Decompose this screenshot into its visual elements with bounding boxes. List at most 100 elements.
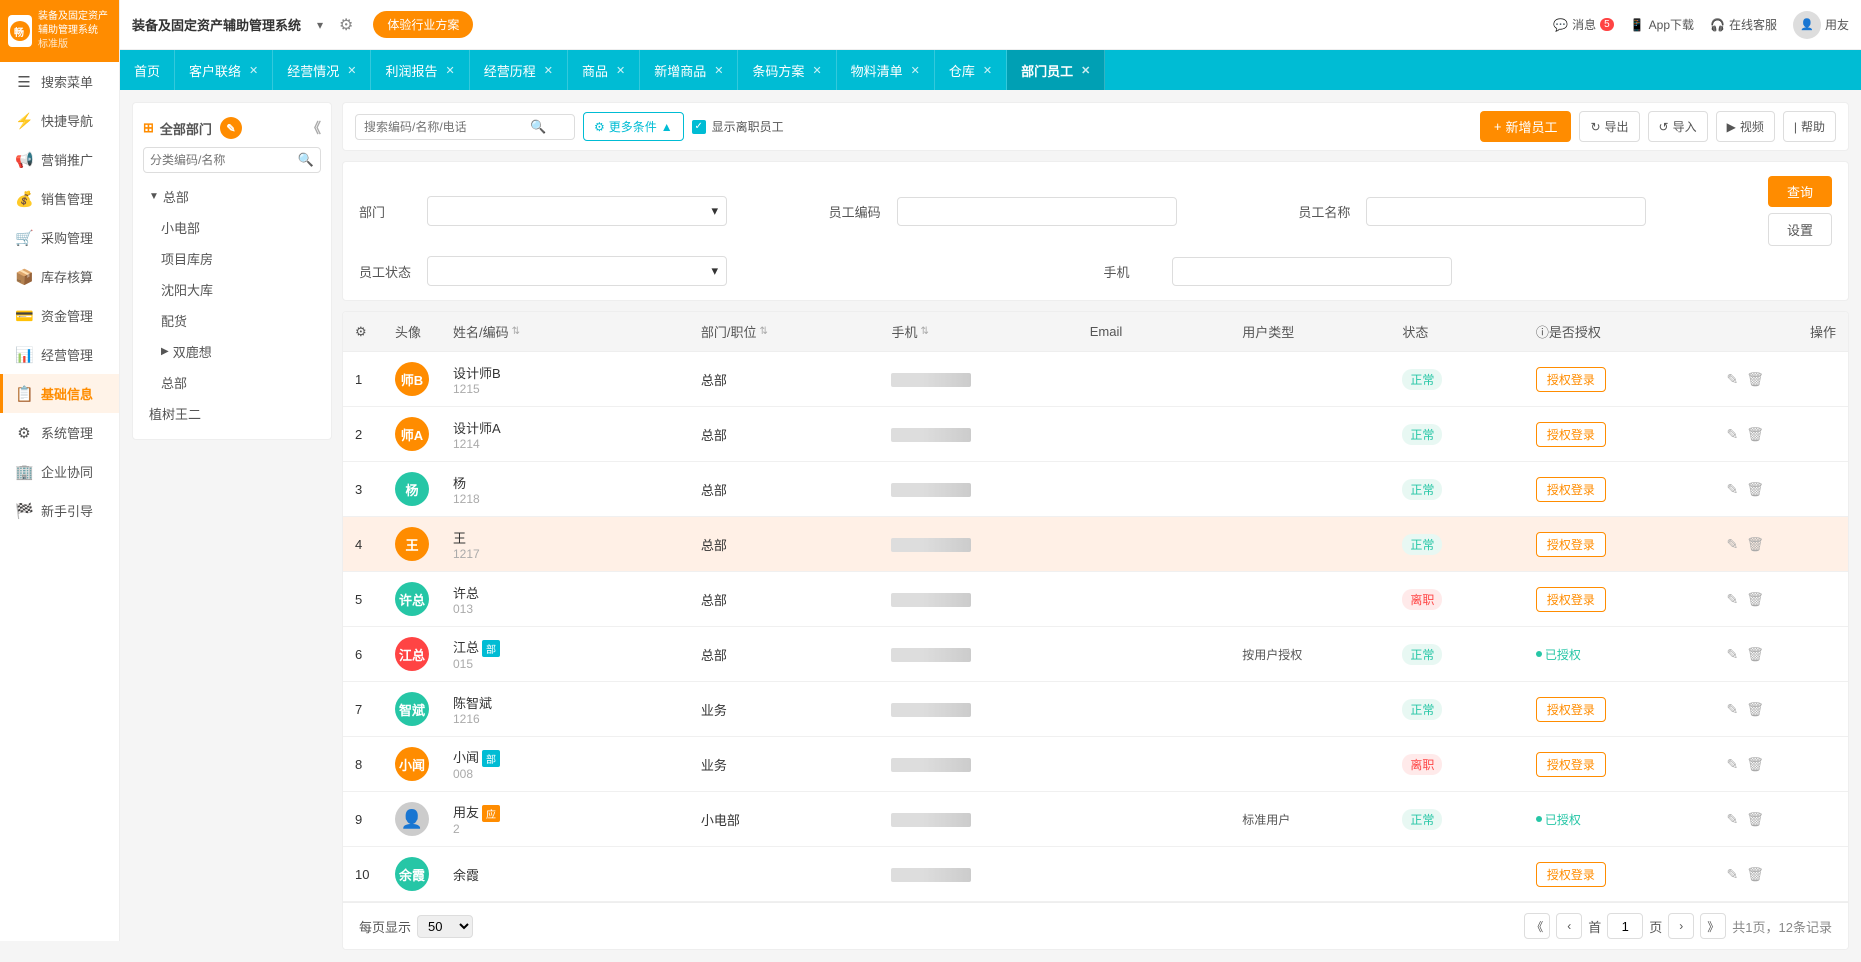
trial-button[interactable]: 体验行业方案 xyxy=(373,11,473,38)
search-button[interactable]: 查询 xyxy=(1768,176,1832,207)
auth-button[interactable]: 授权登录 xyxy=(1536,422,1606,447)
sidebar-item-system[interactable]: ⚙ 系统管理 xyxy=(0,413,119,452)
edit-icon[interactable]: ✎ xyxy=(1727,701,1739,718)
delete-icon[interactable]: 🗑 xyxy=(1746,701,1764,718)
help-button[interactable]: | 帮助 xyxy=(1783,111,1836,142)
auth-button[interactable]: 授权登录 xyxy=(1536,862,1606,887)
topbar-dropdown-icon[interactable]: ▾ xyxy=(317,18,323,32)
empstatus-select[interactable]: ▾ xyxy=(427,256,727,286)
tab-bom[interactable]: 物料清单 ✕ xyxy=(837,50,935,90)
edit-icon[interactable]: ✎ xyxy=(1727,426,1739,443)
show-resigned-toggle[interactable]: ✓ 显示离职员工 xyxy=(692,118,784,135)
edit-icon[interactable]: ✎ xyxy=(1727,811,1739,828)
export-button[interactable]: ↻ 导出 xyxy=(1579,111,1639,142)
th-name[interactable]: 姓名/编码 ⇅ xyxy=(441,312,689,352)
delete-icon[interactable]: 🗑 xyxy=(1746,811,1764,828)
tab-close-icon[interactable]: ✕ xyxy=(812,64,821,77)
tab-goods[interactable]: 商品 ✕ xyxy=(568,50,640,90)
tab-close-icon[interactable]: ✕ xyxy=(714,64,723,77)
edit-icon[interactable]: ✎ xyxy=(1727,536,1739,553)
sidebar-item-enterprise[interactable]: 🏢 企业协同 xyxy=(0,452,119,491)
support-btn[interactable]: 🎧 在线客服 xyxy=(1710,16,1777,33)
add-employee-button[interactable]: + 新增员工 xyxy=(1480,111,1572,142)
import-button[interactable]: ↺ 导入 xyxy=(1648,111,1708,142)
set-button[interactable]: 设置 xyxy=(1768,213,1832,246)
tab-staff[interactable]: 部门员工 ✕ xyxy=(1007,50,1105,90)
page-number-input[interactable] xyxy=(1607,913,1643,939)
sidebar-item-marketing[interactable]: 📢 营销推广 xyxy=(0,140,119,179)
tab-warehouse[interactable]: 仓库 ✕ xyxy=(935,50,1007,90)
auth-button[interactable]: 授权登录 xyxy=(1536,587,1606,612)
message-btn[interactable]: 💬 消息 5 xyxy=(1553,16,1614,33)
auth-button[interactable]: 授权登录 xyxy=(1536,532,1606,557)
tab-barcode[interactable]: 条码方案 ✕ xyxy=(738,50,836,90)
dept-tree-item-shenyang[interactable]: 沈阳大库 xyxy=(133,274,331,305)
edit-icon[interactable]: ✎ xyxy=(1727,591,1739,608)
settings-icon[interactable]: ⚙ xyxy=(339,15,353,35)
tab-add-goods[interactable]: 新增商品 ✕ xyxy=(640,50,738,90)
next-page-button[interactable]: › xyxy=(1668,913,1694,939)
dept-search-input[interactable] xyxy=(150,153,294,167)
dept-tree-item-shuanglu[interactable]: ▶ 双鹿想 xyxy=(133,336,331,367)
tab-operation-status[interactable]: 经营情况 ✕ xyxy=(273,50,371,90)
th-phone[interactable]: 手机 ⇅ xyxy=(879,312,1077,352)
tab-history[interactable]: 经营历程 ✕ xyxy=(470,50,568,90)
dept-collapse-button[interactable]: 《 xyxy=(307,118,321,138)
auth-button[interactable]: 授权登录 xyxy=(1536,367,1606,392)
app-download-btn[interactable]: 📱 App下载 xyxy=(1630,16,1694,33)
user-menu[interactable]: 👤 用友 xyxy=(1793,11,1849,39)
auth-button[interactable]: 授权登录 xyxy=(1536,697,1606,722)
sidebar-item-shortcut[interactable]: ⚡ 快捷导航 xyxy=(0,101,119,140)
more-filter-button[interactable]: ⚙ 更多条件 ▲ xyxy=(583,112,684,141)
dept-tree-item-zhishu[interactable]: 植树王二 xyxy=(133,398,331,429)
edit-icon[interactable]: ✎ xyxy=(1727,646,1739,663)
dept-tree-item-zongbu[interactable]: 总部 xyxy=(133,367,331,398)
edit-icon[interactable]: ✎ xyxy=(1727,866,1739,883)
dept-edit-button[interactable]: ✎ xyxy=(220,117,242,139)
delete-icon[interactable]: 🗑 xyxy=(1746,646,1764,663)
sidebar-item-basic[interactable]: 📋 基础信息 xyxy=(0,374,119,413)
sidebar-item-sales[interactable]: 💰 销售管理 xyxy=(0,179,119,218)
tab-close-icon[interactable]: ✕ xyxy=(983,64,992,77)
auth-button[interactable]: 授权登录 xyxy=(1536,752,1606,777)
sidebar-item-inventory[interactable]: 📦 库存核算 xyxy=(0,257,119,296)
table-settings-icon[interactable]: ⚙ xyxy=(355,324,367,339)
first-page-button[interactable]: 《 xyxy=(1524,913,1550,939)
tab-close-icon[interactable]: ✕ xyxy=(249,64,258,77)
auth-button[interactable]: 授权登录 xyxy=(1536,477,1606,502)
delete-icon[interactable]: 🗑 xyxy=(1746,591,1764,608)
dept-tree-item-xiaodibu[interactable]: 小电部 xyxy=(133,212,331,243)
last-page-button[interactable]: 》 xyxy=(1700,913,1726,939)
delete-icon[interactable]: 🗑 xyxy=(1746,536,1764,553)
dept-tree-item-project[interactable]: 项目库房 xyxy=(133,243,331,274)
tab-close-icon[interactable]: ✕ xyxy=(446,64,455,77)
tab-profit[interactable]: 利润报告 ✕ xyxy=(371,50,469,90)
dept-tree-item-root[interactable]: ▼ 总部 xyxy=(133,181,331,212)
empname-input[interactable] xyxy=(1366,197,1646,226)
tab-close-icon[interactable]: ✕ xyxy=(544,64,553,77)
th-dept[interactable]: 部门/职位 ⇅ xyxy=(689,312,880,352)
delete-icon[interactable]: 🗑 xyxy=(1746,371,1764,388)
sidebar-item-purchase[interactable]: 🛒 采购管理 xyxy=(0,218,119,257)
tab-close-icon[interactable]: ✕ xyxy=(1081,64,1090,77)
tab-home[interactable]: 首页 xyxy=(120,50,175,90)
dept-tree-item-peihuo[interactable]: 配货 xyxy=(133,305,331,336)
tab-close-icon[interactable]: ✕ xyxy=(616,64,625,77)
sidebar-item-finance[interactable]: 💳 资金管理 xyxy=(0,296,119,335)
tab-close-icon[interactable]: ✕ xyxy=(911,64,920,77)
tab-close-icon[interactable]: ✕ xyxy=(347,64,356,77)
delete-icon[interactable]: 🗑 xyxy=(1746,481,1764,498)
search-input[interactable] xyxy=(364,120,524,134)
sidebar-item-operation[interactable]: 📊 经营管理 xyxy=(0,335,119,374)
sidebar-item-guide[interactable]: 🏁 新手引导 xyxy=(0,491,119,530)
edit-icon[interactable]: ✎ xyxy=(1727,371,1739,388)
tab-customer[interactable]: 客户联络 ✕ xyxy=(175,50,273,90)
edit-icon[interactable]: ✎ xyxy=(1727,756,1739,773)
phone-input[interactable] xyxy=(1172,257,1452,286)
video-button[interactable]: ▶ 视频 xyxy=(1716,111,1775,142)
page-size-dropdown[interactable]: 50 100 200 xyxy=(417,915,473,938)
delete-icon[interactable]: 🗑 xyxy=(1746,866,1764,883)
delete-icon[interactable]: 🗑 xyxy=(1746,756,1764,773)
delete-icon[interactable]: 🗑 xyxy=(1746,426,1764,443)
edit-icon[interactable]: ✎ xyxy=(1727,481,1739,498)
